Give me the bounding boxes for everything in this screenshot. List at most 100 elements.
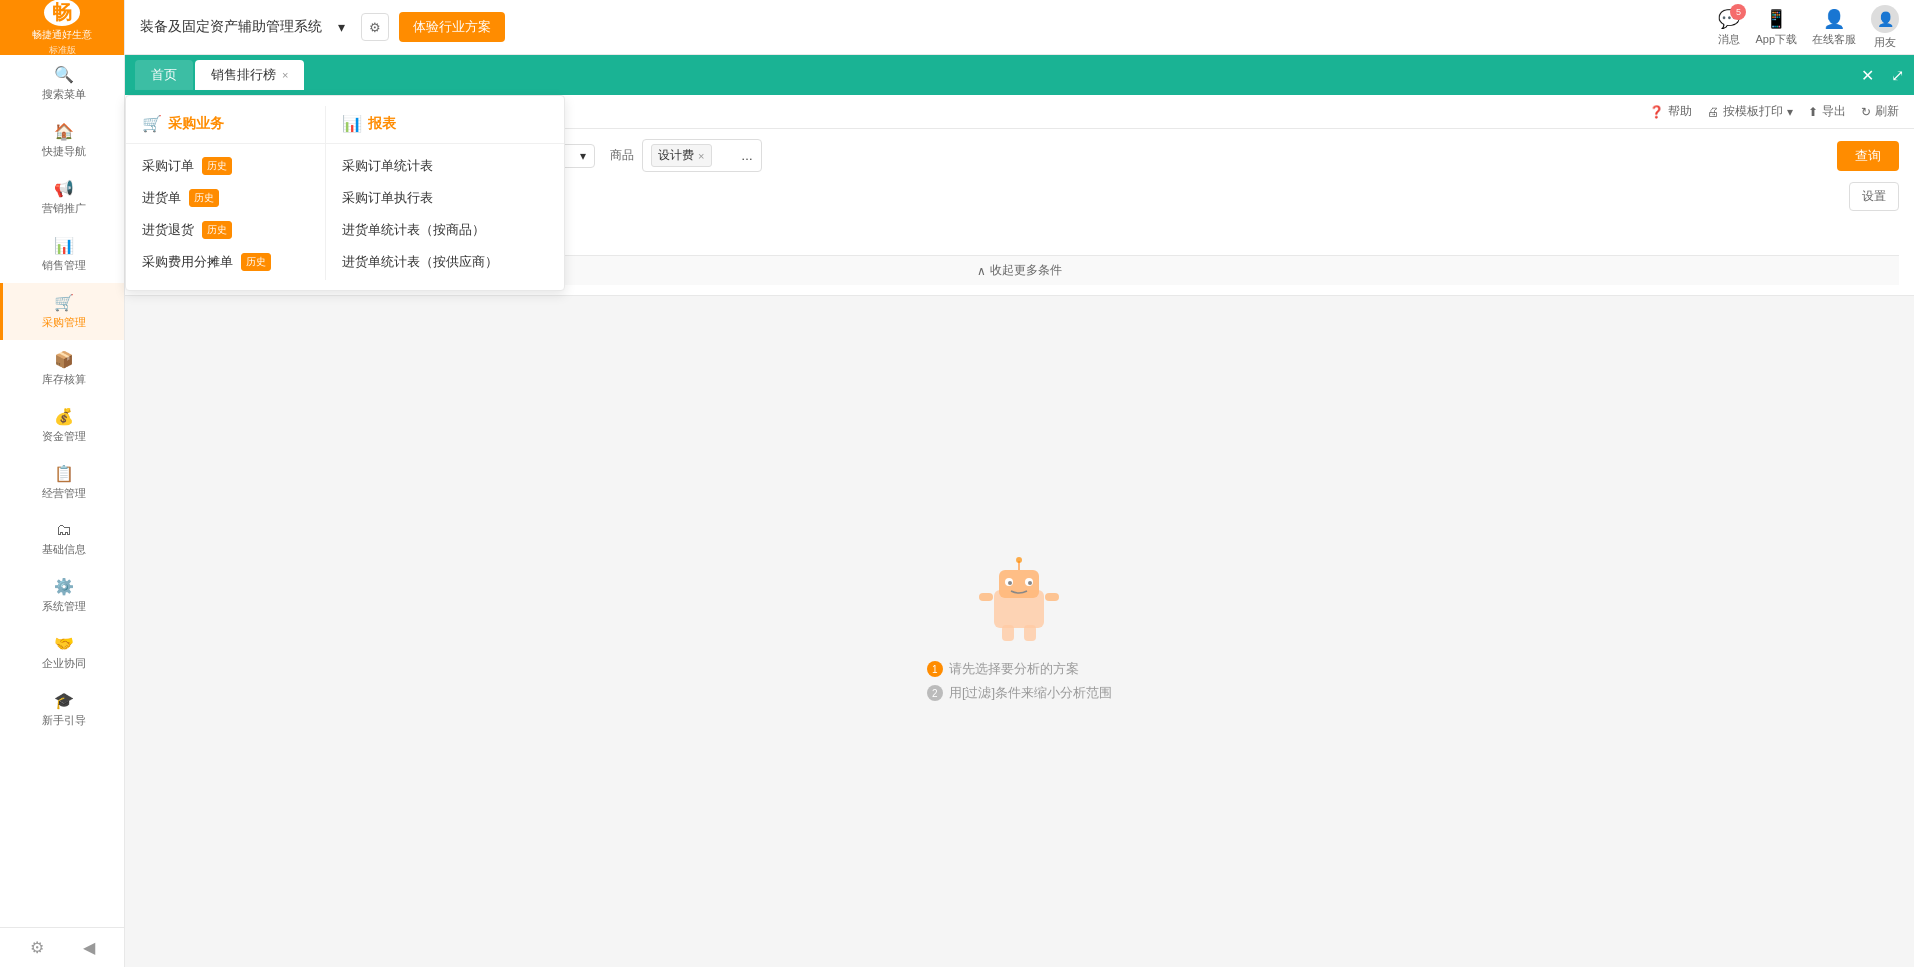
settings-bottom-icon[interactable]: ⚙ [30,938,44,957]
system-dropdown-btn[interactable]: ▾ [330,19,353,35]
message-badge: 5 [1730,4,1746,20]
home-icon: 🏠 [54,122,74,141]
empty-state: 1 请先选择要分析的方案 2 用[过滤]条件来缩小分析范围 [927,555,1112,708]
online-service-btn[interactable]: 👤 在线客服 [1812,8,1856,47]
svg-rect-6 [979,593,993,601]
sidebar: 畅 畅捷通好生意 标准版 🔍 搜索菜单 🏠 快捷导航 📢 营销推广 📊 销售管理 [0,0,125,967]
sidebar-item-inventory[interactable]: 📦 库存核算 [0,340,124,397]
action-btns: 查询 [1837,141,1899,171]
report-section-title: 📊 报表 [326,108,564,144]
menu-item-order-exec[interactable]: 采购订单执行表 [326,182,564,214]
collapse-sidebar-icon[interactable]: ◀ [83,938,95,957]
incoming-hist: 历史 [189,189,219,207]
collapse-chevron-icon: ∧ [977,264,986,278]
doc-status-dropdown-icon: ▾ [580,149,586,163]
goods-tag-close[interactable]: × [698,150,704,162]
svg-rect-8 [1002,625,1014,641]
header-system-name: 装备及固定资产辅助管理系统 ▾ ⚙ [140,13,389,41]
refresh-icon: ↻ [1861,105,1871,119]
goods-more-dots: … [741,149,753,163]
query-btn[interactable]: 查询 [1837,141,1899,171]
sidebar-item-basic-info[interactable]: 🗂 基础信息 [0,511,124,567]
purchase-business-section: 🛒 采购业务 采购订单 历史 进货单 历史 进货退货 历史 采购费用分摊单 历史 [126,96,325,290]
purchase-order-label: 采购订单 [142,157,194,175]
sidebar-item-purchase[interactable]: 🛒 采购管理 [0,283,124,340]
tip-1-num: 1 [927,661,943,677]
business-section-label: 采购业务 [168,115,224,133]
help-icon: ❓ [1649,105,1664,119]
goods-tag-text: 设计费 [658,147,694,164]
sidebar-item-marketing[interactable]: 📢 营销推广 [0,169,124,226]
messages-btn[interactable]: 💬 5 消息 [1718,8,1740,47]
search-icon: 🔍 [54,65,74,84]
export-icon: ⬆ [1808,105,1818,119]
tab-expand-btn[interactable]: ⤢ [1891,66,1904,85]
tab-sales-rank[interactable]: 销售排行榜 × [195,60,304,90]
help-btn[interactable]: ❓ 帮助 [1649,103,1692,120]
inventory-icon: 📦 [54,350,74,369]
tip-1-text: 请先选择要分析的方案 [949,660,1079,678]
purchase-report-section: 📊 报表 采购订单统计表 采购订单执行表 进货单统计表（按商品） 进货单统计表（… [326,96,564,290]
purchase-fee-label: 采购费用分摊单 [142,253,233,271]
main-area: 1 请先选择要分析的方案 2 用[过滤]条件来缩小分析范围 [125,296,1914,967]
basic-info-icon: 🗂 [56,521,72,539]
sidebar-item-system[interactable]: ⚙️ 系统管理 [0,567,124,624]
online-service-label: 在线客服 [1812,32,1856,47]
report-section-label: 报表 [368,115,396,133]
empty-illustration [969,555,1069,645]
operation-icon: 📋 [54,464,74,483]
collapse-text: 收起更多条件 [990,262,1062,279]
system-icon: ⚙️ [54,577,74,596]
menu-item-incoming-stat-supplier[interactable]: 进货单统计表（按供应商） [326,246,564,278]
goods-select[interactable]: 设计费 × … [642,139,762,172]
purchase-fee-hist: 历史 [241,253,271,271]
help-label: 帮助 [1668,103,1692,120]
app-download-btn[interactable]: 📱 App下载 [1755,8,1797,47]
svg-point-5 [1028,581,1032,585]
logo-icon: 畅 [44,0,80,26]
enterprise-icon: 🤝 [54,634,74,653]
menu-item-incoming-stat-goods[interactable]: 进货单统计表（按商品） [326,214,564,246]
sidebar-item-quick-nav[interactable]: 🏠 快捷导航 [0,112,124,169]
menu-item-purchase-fee[interactable]: 采购费用分摊单 历史 [126,246,325,278]
sidebar-item-operation[interactable]: 📋 经营管理 [0,454,124,511]
user-avatar: 👤 [1871,5,1899,33]
sidebar-item-newbie[interactable]: 🎓 新手引导 [0,681,124,738]
sidebar-nav: 🔍 搜索菜单 🏠 快捷导航 📢 营销推广 📊 销售管理 🛒 采购管理 📦 [0,55,124,927]
export-btn[interactable]: ⬆ 导出 [1808,103,1846,120]
tab-home[interactable]: 首页 [135,60,193,90]
app-download-label: App下载 [1755,32,1797,47]
svg-point-4 [1008,581,1012,585]
sidebar-item-sales[interactable]: 📊 销售管理 [0,226,124,283]
settings-btn[interactable]: 设置 [1849,182,1899,211]
tab-sales-rank-label: 销售排行榜 [211,66,276,84]
refresh-btn[interactable]: ↻ 刷新 [1861,103,1899,120]
tab-close-all-btn[interactable]: ✕ [1861,66,1874,85]
print-dropdown-icon: ▾ [1787,105,1793,119]
menu-item-order-stat[interactable]: 采购订单统计表 [326,150,564,182]
svg-point-11 [1016,557,1022,563]
user-btn[interactable]: 👤 用友 [1871,5,1899,50]
business-section-title: 🛒 采购业务 [126,108,325,144]
header: 装备及固定资产辅助管理系统 ▾ ⚙ 体验行业方案 💬 5 消息 📱 App下载 … [125,0,1914,55]
incoming-return-hist: 历史 [202,221,232,239]
menu-item-incoming[interactable]: 进货单 历史 [126,182,325,214]
template-print-label: 按模板打印 [1723,103,1783,120]
sidebar-item-enterprise[interactable]: 🤝 企业协同 [0,624,124,681]
newbie-icon: 🎓 [54,691,74,710]
menu-item-incoming-return[interactable]: 进货退货 历史 [126,214,325,246]
tab-close-icon[interactable]: × [282,69,288,81]
template-print-btn[interactable]: 🖨 按模板打印 ▾ [1707,103,1793,120]
header-settings-btn[interactable]: ⚙ [361,13,389,41]
order-stat-label: 采购订单统计表 [342,157,433,175]
username-label: 用友 [1874,35,1896,50]
sidebar-logo[interactable]: 畅 畅捷通好生意 标准版 [0,0,124,55]
sidebar-item-search[interactable]: 🔍 搜索菜单 [0,55,124,112]
industry-btn[interactable]: 体验行业方案 [399,12,505,42]
tabs-bar: 首页 销售排行榜 × ✕ ⤢ [125,55,1914,95]
incoming-return-label: 进货退货 [142,221,194,239]
service-icon: 👤 [1823,8,1845,30]
incoming-label: 进货单 [142,189,181,207]
sidebar-item-finance[interactable]: 💰 资金管理 [0,397,124,454]
menu-item-purchase-order[interactable]: 采购订单 历史 [126,150,325,182]
